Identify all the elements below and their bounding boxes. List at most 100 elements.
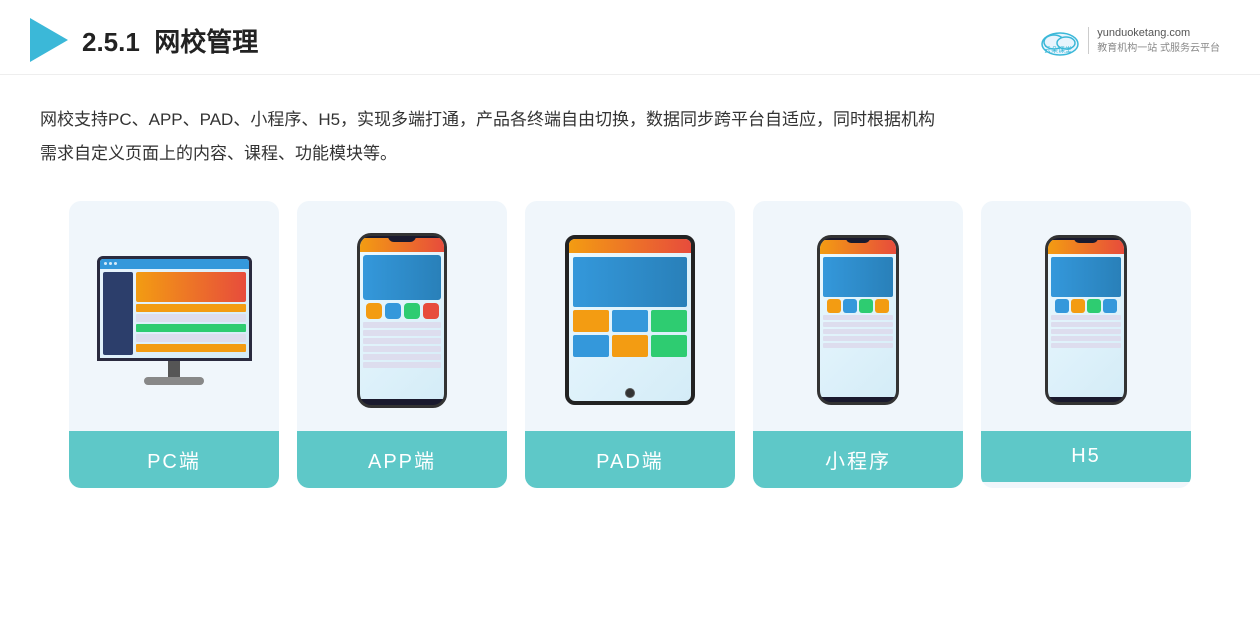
pc-image-area: [69, 201, 279, 431]
h5-icon-2: [1071, 299, 1085, 313]
description-block: 网校支持PC、APP、PAD、小程序、H5，实现多端打通，产品各终端自由切换，数…: [0, 75, 1260, 181]
icon-box-3: [404, 303, 420, 319]
h5-notch: [1074, 238, 1098, 243]
brand-logo: 云朵课堂 yunduoketang.com 教育机构一站 式服务云平台: [1038, 22, 1220, 58]
tablet-screen: [569, 239, 691, 401]
sp-row-3: [823, 329, 893, 334]
card-app: APP端: [297, 201, 507, 488]
brand-text: yunduoketang.com 教育机构一站 式服务云平台: [1088, 27, 1220, 54]
sp-icon-4: [875, 299, 889, 313]
phone-row-6: [363, 362, 441, 368]
sp-rows: [823, 315, 893, 348]
screen-banner: [136, 272, 246, 302]
phone-row-3: [363, 338, 441, 344]
h5-label: H5: [981, 431, 1191, 482]
tablet-cell-6: [651, 335, 687, 357]
description-line2: 需求自定义页面上的内容、课程、功能模块等。: [40, 137, 1220, 171]
sp-row-5: [823, 343, 893, 348]
tablet-grid: [573, 310, 687, 357]
card-pc: PC端: [69, 201, 279, 488]
screen-content: [100, 269, 249, 358]
screen-row-5: [136, 344, 246, 352]
sp-banner: [823, 257, 893, 297]
h5-icon-1: [1055, 299, 1069, 313]
brand-tagline: 教育机构一站 式服务云平台: [1097, 39, 1220, 54]
h5-row-4: [1051, 336, 1121, 341]
card-pad: PAD端: [525, 201, 735, 488]
phone-icons-row: [363, 303, 441, 319]
mini-image-area: [753, 201, 963, 431]
pad-label: PAD端: [525, 431, 735, 488]
brand-area: 云朵课堂 yunduoketang.com 教育机构一站 式服务云平台: [1038, 22, 1220, 58]
h5-icon-3: [1087, 299, 1101, 313]
mini-phone: [817, 235, 899, 405]
h5-rows: [1051, 315, 1121, 348]
screen-sidebar: [103, 272, 133, 355]
page-title: 2.5.1 网校管理: [82, 22, 258, 59]
sp-row-1: [823, 315, 893, 320]
sp-row-2: [823, 322, 893, 327]
app-label: APP端: [297, 431, 507, 488]
dot2: [109, 262, 112, 265]
mini-bottom: [820, 397, 896, 402]
pad-image-area: [525, 201, 735, 431]
cloud-icon: 云朵课堂: [1038, 22, 1082, 58]
h5-image-area: [981, 201, 1191, 431]
card-miniprogram: 小程序: [753, 201, 963, 488]
tablet-mock: [565, 235, 695, 405]
h5-banner: [1051, 257, 1121, 297]
tablet-cell-2: [612, 310, 648, 332]
phone-content: [360, 252, 444, 399]
h5-row-1: [1051, 315, 1121, 320]
sp-content: [820, 254, 896, 397]
screen-row-1: [136, 304, 246, 312]
icon-box-4: [423, 303, 439, 319]
tablet-cell-3: [651, 310, 687, 332]
device-cards-section: PC端: [0, 181, 1260, 518]
phone-row-4: [363, 346, 441, 352]
sp-icons: [823, 299, 893, 313]
monitor-base: [144, 377, 204, 385]
icon-box-2: [385, 303, 401, 319]
h5-phone: [1045, 235, 1127, 405]
mini-screen: [820, 240, 896, 397]
description-line1: 网校支持PC、APP、PAD、小程序、H5，实现多端打通，产品各终端自由切换，数…: [40, 103, 1220, 137]
monitor-neck: [168, 361, 180, 377]
monitor-screen: [100, 259, 249, 358]
sp-row-4: [823, 336, 893, 341]
phone-rows: [363, 322, 441, 368]
logo-triangle-icon: [30, 18, 68, 62]
phone-screen: [360, 238, 444, 399]
app-image-area: [297, 201, 507, 431]
tablet-banner: [573, 257, 687, 307]
screen-rows: [136, 304, 246, 352]
screen-row-4: [136, 334, 246, 342]
pc-label: PC端: [69, 431, 279, 488]
screen-row-2: [136, 314, 246, 322]
phone-row-1: [363, 322, 441, 328]
tablet-cell-4: [573, 335, 609, 357]
phone-notch: [388, 236, 416, 242]
screen-main: [136, 272, 246, 355]
mini-label: 小程序: [753, 431, 963, 488]
mini-notch: [846, 238, 870, 243]
header: 2.5.1 网校管理 云朵课堂 yunduoketang.com 教育机构一站 …: [0, 0, 1260, 75]
phone-banner: [363, 255, 441, 300]
h5-icon-4: [1103, 299, 1117, 313]
phone-row-2: [363, 330, 441, 336]
sp-icon-3: [859, 299, 873, 313]
phone-app: [357, 233, 447, 408]
monitor-header: [100, 259, 249, 269]
tablet-home-btn: [625, 388, 635, 398]
pc-monitor: [97, 256, 252, 385]
tablet-cell-1: [573, 310, 609, 332]
screen-row-3: [136, 324, 246, 332]
h5-row-5: [1051, 343, 1121, 348]
tablet-content: [569, 253, 691, 401]
icon-box-1: [366, 303, 382, 319]
h5-content: [1048, 254, 1124, 397]
h5-row-2: [1051, 322, 1121, 327]
sp-icon-2: [843, 299, 857, 313]
title-text: 网校管理: [154, 27, 258, 57]
card-h5: H5: [981, 201, 1191, 488]
